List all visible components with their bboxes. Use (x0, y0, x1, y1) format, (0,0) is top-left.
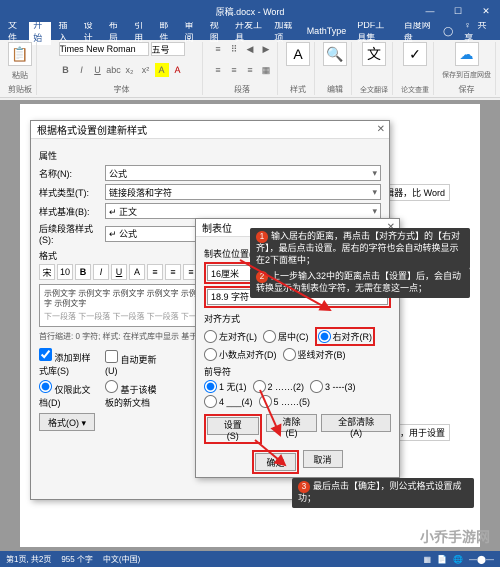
arrow-icon (250, 390, 290, 440)
find-button[interactable]: 🔍 (323, 42, 347, 66)
format-menu-button[interactable]: 格式(O) ▾ (39, 413, 95, 431)
fmt-bold-icon[interactable]: B (75, 264, 91, 280)
section-properties: 属性 (39, 149, 381, 162)
close-button[interactable]: ✕ (472, 0, 500, 22)
window-title: 原稿.docx - Word (216, 5, 285, 18)
align-left-icon[interactable]: ≡ (211, 63, 225, 77)
leader-3-radio[interactable]: 3 ----(3) (310, 380, 356, 393)
tab-clearall-button[interactable]: 全部清除(A) (321, 414, 391, 432)
zoom-slider[interactable]: —⬤— (469, 555, 494, 564)
ribbon-check: ✓ 论文查重 (397, 42, 434, 95)
ribbon-baidu: ☁ 保存到百度网盘 保存 (438, 42, 496, 95)
translate-button[interactable]: 文 (362, 42, 386, 66)
arrow-icon (240, 260, 340, 320)
arrow-icon (250, 440, 290, 470)
sup-icon[interactable]: x² (139, 63, 153, 77)
status-bar: 第1页, 共2页 955 个字 中文(中国) ▦ 📄 🌐 —⬤— (0, 551, 500, 567)
shading-icon[interactable]: ▦ (259, 63, 273, 77)
numbering-icon[interactable]: ⠿ (227, 42, 241, 56)
fmt-underline-icon[interactable]: U (111, 264, 127, 280)
only-this-doc-radio[interactable]: 仅限此文档(D) (39, 380, 99, 409)
view-print-icon[interactable]: 📄 (437, 555, 447, 564)
leader-label: 前导符 (204, 365, 391, 378)
next-label: 后续段落样式(S): (39, 222, 99, 245)
ribbon-clipboard: 📋 粘贴 剪贴板 (4, 42, 37, 95)
font-size-input[interactable] (151, 42, 185, 56)
type-label: 样式类型(T): (39, 186, 99, 199)
align-center-icon[interactable]: ≡ (227, 63, 241, 77)
leader-4-radio[interactable]: 4 ___(4) (204, 395, 253, 408)
indent-inc-icon[interactable]: ▶ (259, 42, 273, 56)
fmt-alignl-icon[interactable]: ≡ (147, 264, 163, 280)
ribbon-styles: A 样式 (282, 42, 315, 95)
fmt-alignc-icon[interactable]: ≡ (165, 264, 181, 280)
style-dialog-title[interactable]: 根据格式设置创建新样式 ✕ (31, 121, 389, 139)
tab-mathtype[interactable]: MathType (303, 25, 351, 37)
align-left-radio[interactable]: 左对齐(L) (204, 327, 257, 346)
align-decimal-radio[interactable]: 小数点对齐(D) (204, 348, 277, 361)
tab-help[interactable]: ◯ (439, 25, 457, 38)
fmt-color-icon[interactable]: A (129, 264, 145, 280)
ribbon-paragraph: ≡ ⠿ ◀ ▶ ≡ ≡ ≡ ▦ 段落 (207, 42, 278, 95)
status-lang[interactable]: 中文(中国) (103, 554, 140, 565)
template-radio[interactable]: 基于该模板的新文档 (105, 380, 165, 409)
font-color-icon[interactable]: A (171, 63, 185, 77)
view-web-icon[interactable]: 🌐 (453, 555, 463, 564)
ribbon-editing: 🔍 编辑 (319, 42, 352, 95)
align-bar-radio[interactable]: 竖线对齐(B) (283, 348, 346, 361)
fmt-italic-icon[interactable]: I (93, 264, 109, 280)
ribbon-translate: 文 全文翻译 (356, 42, 393, 95)
sub-icon[interactable]: x₂ (123, 63, 137, 77)
fmt-font-icon[interactable]: 宋 (39, 264, 55, 280)
bullets-icon[interactable]: ≡ (211, 42, 225, 56)
leader-1-radio[interactable]: 1 无(1) (204, 380, 247, 393)
name-label: 名称(N): (39, 167, 99, 180)
minimize-button[interactable]: — (416, 0, 444, 22)
name-input[interactable]: 公式 (105, 165, 381, 181)
ribbon: 📋 粘贴 剪贴板 B I U abc x₂ x² A A 字体 ≡ ⠿ ◀ ▶ … (0, 40, 500, 98)
base-select[interactable]: ↵ 正文 (105, 203, 381, 219)
underline-icon[interactable]: U (91, 63, 105, 77)
align-right-icon[interactable]: ≡ (243, 63, 257, 77)
status-page[interactable]: 第1页, 共2页 (6, 554, 51, 565)
highlight-icon[interactable]: A (155, 63, 169, 77)
type-select[interactable]: 链接段落和字符 (105, 184, 381, 200)
paste-button[interactable]: 📋 (8, 42, 32, 66)
tip-3: 3最后点击【确定】，则公式格式设置成功； (292, 478, 474, 508)
baidu-save-button[interactable]: ☁ (455, 42, 479, 66)
maximize-button[interactable]: ☐ (444, 0, 472, 22)
title-bar: 原稿.docx - Word — ☐ ✕ (0, 0, 500, 22)
bold-icon[interactable]: B (59, 63, 73, 77)
add-to-library-checkbox[interactable]: 添加到样式库(S) (39, 348, 99, 377)
view-read-icon[interactable]: ▦ (424, 555, 432, 564)
status-words[interactable]: 955 个字 (61, 554, 93, 565)
indent-dec-icon[interactable]: ◀ (243, 42, 257, 56)
styles-button[interactable]: A (286, 42, 310, 66)
auto-update-checkbox[interactable]: 自动更新(U) (105, 350, 165, 376)
align-center-radio[interactable]: 居中(C) (263, 327, 309, 346)
tab-cancel-button[interactable]: 取消 (303, 450, 343, 468)
italic-icon[interactable]: I (75, 63, 89, 77)
fmt-size-icon[interactable]: 10 (57, 264, 73, 280)
ribbon-font: B I U abc x₂ x² A A 字体 (41, 42, 203, 95)
base-label: 样式基准(B): (39, 205, 99, 218)
ribbon-tabs: 文件 开始 插入 设计 布局 引用 邮件 审阅 视图 开发工具 加载项 Math… (0, 22, 500, 40)
strike-icon[interactable]: abc (107, 63, 121, 77)
check-button[interactable]: ✓ (403, 42, 427, 66)
align-right-radio[interactable]: 右对齐(R) (315, 327, 376, 346)
close-icon[interactable]: ✕ (377, 124, 385, 135)
watermark: 小乔手游网 (420, 527, 490, 547)
font-name-input[interactable] (59, 42, 149, 56)
